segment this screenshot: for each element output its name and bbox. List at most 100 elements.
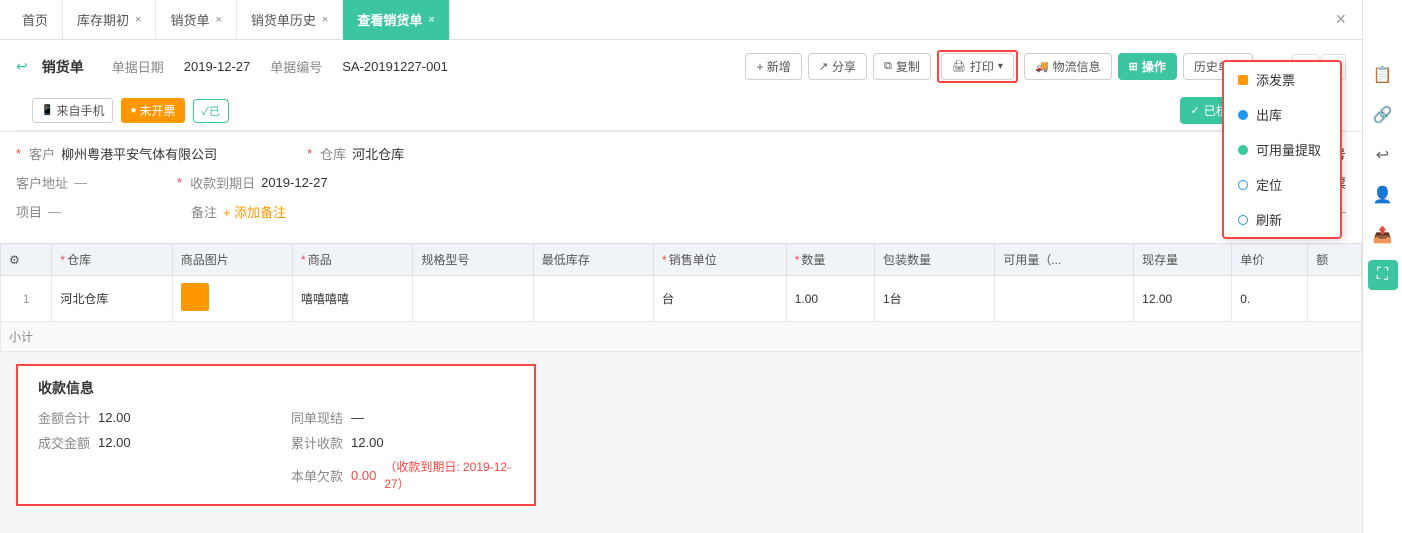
tab-sales-close[interactable]: × xyxy=(215,14,221,26)
tab-view-sales[interactable]: 查看销货单 × xyxy=(343,0,449,40)
col-warehouse: *仓库 xyxy=(52,244,172,276)
from-phone-button[interactable]: 📱 来自手机 xyxy=(32,98,113,123)
share-button[interactable]: ↗ 分享 xyxy=(808,53,867,80)
not-open-label: 未开票 xyxy=(140,102,176,119)
copy-button[interactable]: ⧉ 复制 xyxy=(873,53,931,80)
tab-view-label: 查看销货单 xyxy=(357,10,422,29)
form-meta: 单据日期 2019-12-27 单据编号 SA-20191227-001 xyxy=(112,57,448,76)
col-product: *商品 xyxy=(293,244,413,276)
sidebar-icon-expand[interactable]: ⛶ xyxy=(1368,260,1398,290)
project-label: 项目 xyxy=(16,202,42,221)
tab-sales-history-close[interactable]: × xyxy=(322,14,328,26)
check-icon-btn[interactable]: ✓已 xyxy=(193,99,230,123)
row-min-stock xyxy=(533,276,653,322)
form-title: 销货单 xyxy=(42,57,84,77)
new-button[interactable]: + 新增 xyxy=(745,53,801,80)
col-pack-qty: 包装数量 xyxy=(874,244,994,276)
logistics-label: 物流信息 xyxy=(1053,58,1101,75)
owed-note: （收款到期日: 2019-12-27） xyxy=(384,458,514,492)
cumulative-label: 累计收款 xyxy=(291,433,343,452)
table-row: 1 河北仓库 嘻嘻嘻嘻 台 1.00 1台 12.00 0. xyxy=(1,276,1362,322)
customer-field: * 客户 柳州粤港平安气体有限公司 xyxy=(16,144,217,163)
sidebar-icon-export[interactable]: 📤 xyxy=(1368,220,1398,250)
tab-inventory-init[interactable]: 库存期初 × xyxy=(63,0,156,40)
owed-value: 0.00 xyxy=(351,468,376,483)
row-img xyxy=(172,276,292,322)
sidebar-icon-doc[interactable]: 📋 xyxy=(1368,60,1398,90)
add-note-button[interactable]: + 添加备注 xyxy=(223,202,286,221)
col-settings[interactable]: ⚙ xyxy=(1,244,52,276)
tab-sales-history-label: 销货单历史 xyxy=(251,10,316,29)
tab-view-close[interactable]: × xyxy=(428,14,434,26)
tab-sales-history[interactable]: 销货单历史 × xyxy=(237,0,343,40)
tab-home-label: 首页 xyxy=(22,10,48,29)
dropdown-menu: 添发票 出库 可用量提取 定位 刷新 xyxy=(1222,60,1342,239)
copy-label: 复制 xyxy=(896,58,920,75)
row-amount xyxy=(1308,276,1362,322)
outbound-label: 出库 xyxy=(1256,105,1282,124)
tab-sales-label: 销货单 xyxy=(170,10,209,29)
form-fields: * 客户 柳州粤港平安气体有限公司 * 仓库 河北仓库 业务员 演示账号 客户地… xyxy=(0,132,1362,243)
operate-label: 操作 xyxy=(1142,58,1166,75)
sidebar-icon-link[interactable]: 🔗 xyxy=(1368,100,1398,130)
field-row-3: 项目 — 备注 + 添加备注 * 业务员孟 — xyxy=(16,202,1346,221)
dropdown-refresh[interactable]: 刷新 xyxy=(1224,202,1340,237)
col-spec: 规格型号 xyxy=(413,244,533,276)
row-warehouse: 河北仓库 xyxy=(52,276,172,322)
window-close-button[interactable]: × xyxy=(1327,9,1354,30)
form-icon: ↩ xyxy=(16,58,28,75)
col-img: 商品图片 xyxy=(172,244,292,276)
row-price: 0. xyxy=(1232,276,1308,322)
same-order: 同单现结 — xyxy=(291,408,514,427)
operate-button[interactable]: ⊞ 操作 xyxy=(1118,53,1177,80)
amount-total: 金额合计 12.00 xyxy=(38,408,261,427)
warehouse-value: 河北仓库 xyxy=(352,144,404,163)
logistics-button[interactable]: 🚚 物流信息 xyxy=(1024,53,1112,80)
payment-date-value: 2019-12-27 xyxy=(261,175,328,190)
same-order-value: — xyxy=(351,410,364,425)
row-unit: 台 xyxy=(654,276,787,322)
print-button-highlight: 🖨 打印 ▾ xyxy=(937,50,1018,83)
form-header: ↩ 销货单 单据日期 2019-12-27 单据编号 SA-20191227-0… xyxy=(0,40,1362,132)
no-value: SA-20191227-001 xyxy=(342,59,448,74)
tab-bar: 首页 库存期初 × 销货单 × 销货单历史 × 查看销货单 × × xyxy=(0,0,1362,40)
available-qty-label: 可用量提取 xyxy=(1256,140,1321,159)
deal-amount: 成交金额 12.00 xyxy=(38,433,261,452)
col-unit: *销售单位 xyxy=(654,244,787,276)
share-label: 分享 xyxy=(832,58,856,75)
amount-value: 12.00 xyxy=(98,410,131,425)
row-product: 嘻嘻嘻嘻 xyxy=(293,276,413,322)
col-available: 可用量（... xyxy=(995,244,1134,276)
sidebar-icon-user[interactable]: 👤 xyxy=(1368,180,1398,210)
row-available xyxy=(995,276,1134,322)
print-button[interactable]: 🖨 打印 ▾ xyxy=(941,53,1014,80)
dropdown-add-invoice[interactable]: 添发票 xyxy=(1224,62,1340,97)
locate-label: 定位 xyxy=(1256,175,1282,194)
summary-box: 收款信息 金额合计 12.00 同单现结 — 成交金额 12.00 累计收款 1… xyxy=(16,364,536,506)
dropdown-available-qty[interactable]: 可用量提取 xyxy=(1224,132,1340,167)
sidebar-icon-return[interactable]: ↩ xyxy=(1368,140,1398,170)
add-invoice-icon xyxy=(1238,75,1248,85)
warehouse-label: 仓库 xyxy=(320,144,346,163)
col-qty: *数量 xyxy=(786,244,874,276)
dropdown-locate[interactable]: 定位 xyxy=(1224,167,1340,202)
col-min-stock: 最低库存 xyxy=(533,244,653,276)
not-open-button[interactable]: ● 未开票 xyxy=(121,98,184,123)
tab-inventory-close[interactable]: × xyxy=(135,14,141,26)
warehouse-field: * 仓库 河北仓库 xyxy=(307,144,404,163)
data-table-container: ⚙ *仓库 商品图片 *商品 规格型号 最低库存 *销售单位 *数量 包装数量 … xyxy=(0,243,1362,352)
deal-amount-label: 成交金额 xyxy=(38,433,90,452)
tab-sales-order[interactable]: 销货单 × xyxy=(156,0,236,40)
no-label: 单据编号 xyxy=(270,57,322,76)
warehouse-required: * xyxy=(307,146,312,161)
address-field: 客户地址 — xyxy=(16,173,87,192)
tab-home[interactable]: 首页 xyxy=(8,0,63,40)
row-num: 1 xyxy=(1,276,52,322)
new-label: + 新增 xyxy=(756,58,790,75)
cumulative-value: 12.00 xyxy=(351,435,384,450)
date-label: 单据日期 xyxy=(112,57,164,76)
subtotal-row: 小计 xyxy=(1,322,1362,352)
dropdown-outbound[interactable]: 出库 xyxy=(1224,97,1340,132)
right-sidebar: 📋 🔗 ↩ 👤 📤 ⛶ xyxy=(1362,0,1402,533)
col-amount: 额 xyxy=(1308,244,1362,276)
